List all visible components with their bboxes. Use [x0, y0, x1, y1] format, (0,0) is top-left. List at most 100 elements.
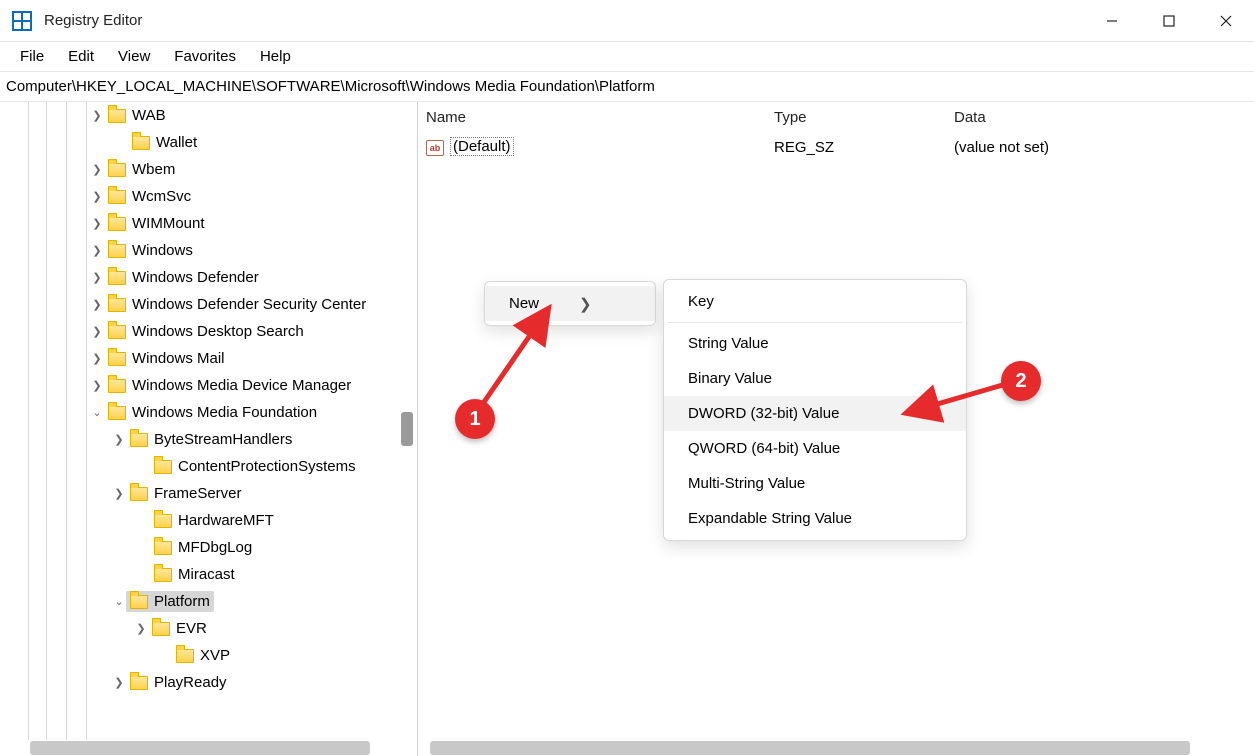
tree-item-label: WcmSvc	[132, 188, 191, 205]
app-icon	[12, 11, 32, 31]
maximize-button[interactable]	[1140, 0, 1197, 42]
menu-separator	[668, 322, 962, 323]
value-name: (Default)	[450, 137, 514, 156]
tree-item[interactable]: ❯ WcmSvc	[0, 183, 417, 210]
tree-item[interactable]: ❯Windows Mail	[0, 345, 417, 372]
tree-item-label: Wbem	[132, 161, 175, 178]
menu-favorites[interactable]: Favorites	[164, 46, 246, 67]
expand-collapse-icon[interactable]: ❯	[134, 622, 148, 635]
tree-item[interactable]: ❯ Wbem	[0, 156, 417, 183]
tree-item-label: WIMMount	[132, 215, 205, 232]
folder-icon	[154, 541, 172, 555]
menu-edit[interactable]: Edit	[58, 46, 104, 67]
tree-horizontal-scrollbar[interactable]	[0, 740, 417, 756]
expand-collapse-icon[interactable]: ❯	[90, 163, 104, 176]
tree-item[interactable]: ❯ ByteStreamHandlers	[0, 426, 417, 453]
tree-item-label: ContentProtectionSystems	[178, 458, 356, 475]
new-binary-value[interactable]: Binary Value	[664, 361, 966, 396]
expand-collapse-icon[interactable]: ❯	[90, 109, 104, 122]
tree-item-label: Windows Media Foundation	[132, 404, 317, 421]
new-key[interactable]: Key	[664, 284, 966, 319]
tree-item[interactable]: HardwareMFT	[0, 507, 417, 534]
minimize-button[interactable]	[1083, 0, 1140, 42]
chevron-right-icon: ❯	[579, 295, 592, 313]
tree-item[interactable]: ⌄ Windows Media Foundation	[0, 399, 417, 426]
folder-icon	[108, 109, 126, 123]
new-expandable-string-value[interactable]: Expandable String Value	[664, 501, 966, 536]
new-string-value[interactable]: String Value	[664, 326, 966, 361]
expand-collapse-icon[interactable]: ❯	[112, 676, 126, 689]
context-menu-new[interactable]: New ❯	[485, 286, 655, 321]
tree-item[interactable]: ❯WAB	[0, 102, 417, 129]
folder-icon	[154, 514, 172, 528]
context-menu-new-label: New	[509, 295, 539, 312]
expand-collapse-icon[interactable]: ❯	[90, 298, 104, 311]
tree-item[interactable]: ContentProtectionSystems	[0, 453, 417, 480]
tree-item[interactable]: ❯ EVR	[0, 615, 417, 642]
expand-collapse-icon[interactable]: ❯	[90, 379, 104, 392]
folder-icon	[130, 595, 148, 609]
expand-collapse-icon[interactable]: ❯	[90, 190, 104, 203]
folder-icon	[108, 379, 126, 393]
value-row[interactable]: ab(Default) REG_SZ (value not set)	[418, 132, 1254, 162]
expand-collapse-icon[interactable]: ❯	[90, 217, 104, 230]
folder-icon	[154, 460, 172, 474]
folder-icon	[108, 190, 126, 204]
expand-collapse-icon[interactable]: ❯	[90, 271, 104, 284]
col-header-type[interactable]: Type	[766, 109, 946, 126]
folder-icon	[154, 568, 172, 582]
expand-collapse-icon[interactable]: ❯	[90, 325, 104, 338]
tree-item[interactable]: ❯Windows Desktop Search	[0, 318, 417, 345]
address-bar[interactable]: Computer\HKEY_LOCAL_MACHINE\SOFTWARE\Mic…	[0, 72, 1254, 102]
tree-item[interactable]: ❯ Windows Defender	[0, 264, 417, 291]
new-multi-string-value[interactable]: Multi-String Value	[664, 466, 966, 501]
menu-help[interactable]: Help	[250, 46, 301, 67]
values-horizontal-scrollbar[interactable]	[418, 740, 1254, 756]
tree-item[interactable]: ❯ Windows Defender Security Center	[0, 291, 417, 318]
new-dword-value[interactable]: DWORD (32-bit) Value	[664, 396, 966, 431]
menu-file[interactable]: File	[10, 46, 54, 67]
new-qword-value[interactable]: QWORD (64-bit) Value	[664, 431, 966, 466]
tree-item[interactable]: ❯ Windows	[0, 237, 417, 264]
tree-item-label: Windows Defender Security Center	[132, 296, 366, 313]
expand-collapse-icon[interactable]: ❯	[90, 352, 104, 365]
tree-vertical-scrollbar[interactable]	[399, 102, 417, 740]
tree-item-label: Miracast	[178, 566, 235, 583]
folder-icon	[108, 406, 126, 420]
context-menu: New ❯	[484, 281, 656, 326]
tree-item-label: Platform	[154, 593, 210, 610]
tree-item[interactable]: ❯FrameServer	[0, 480, 417, 507]
col-header-data[interactable]: Data	[946, 109, 1254, 126]
menu-view[interactable]: View	[108, 46, 160, 67]
tree-item-label: Windows Defender	[132, 269, 259, 286]
expand-collapse-icon[interactable]: ❯	[90, 244, 104, 257]
tree-item-label: PlayReady	[154, 674, 227, 691]
expand-collapse-icon[interactable]: ❯	[112, 433, 126, 446]
tree-item[interactable]: XVP	[0, 642, 417, 669]
tree-item-label: EVR	[176, 620, 207, 637]
menubar: File Edit View Favorites Help	[0, 42, 1254, 72]
expand-collapse-icon[interactable]: ⌄	[90, 406, 104, 419]
list-header: Name Type Data	[418, 102, 1254, 132]
tree-item-label: XVP	[200, 647, 230, 664]
value-data: (value not set)	[946, 139, 1254, 156]
new-submenu: Key String Value Binary Value DWORD (32-…	[663, 279, 967, 541]
tree-item[interactable]: Miracast	[0, 561, 417, 588]
folder-icon	[108, 325, 126, 339]
expand-collapse-icon[interactable]: ❯	[112, 487, 126, 500]
close-button[interactable]	[1197, 0, 1254, 42]
tree-item-label: ByteStreamHandlers	[154, 431, 292, 448]
folder-icon	[108, 163, 126, 177]
window-title: Registry Editor	[44, 12, 142, 29]
tree-item[interactable]: ❯ WIMMount	[0, 210, 417, 237]
expand-collapse-icon[interactable]: ⌄	[112, 595, 126, 608]
tree-item[interactable]: MFDbgLog	[0, 534, 417, 561]
tree-item[interactable]: ❯Windows Media Device Manager	[0, 372, 417, 399]
tree-item[interactable]: Wallet	[0, 129, 417, 156]
tree-item[interactable]: ⌄ Platform	[0, 588, 417, 615]
reg-sz-icon: ab	[426, 140, 444, 156]
tree-item-label: Windows	[132, 242, 193, 259]
folder-icon	[130, 433, 148, 447]
col-header-name[interactable]: Name	[418, 109, 766, 126]
tree-item[interactable]: ❯ PlayReady	[0, 669, 417, 696]
